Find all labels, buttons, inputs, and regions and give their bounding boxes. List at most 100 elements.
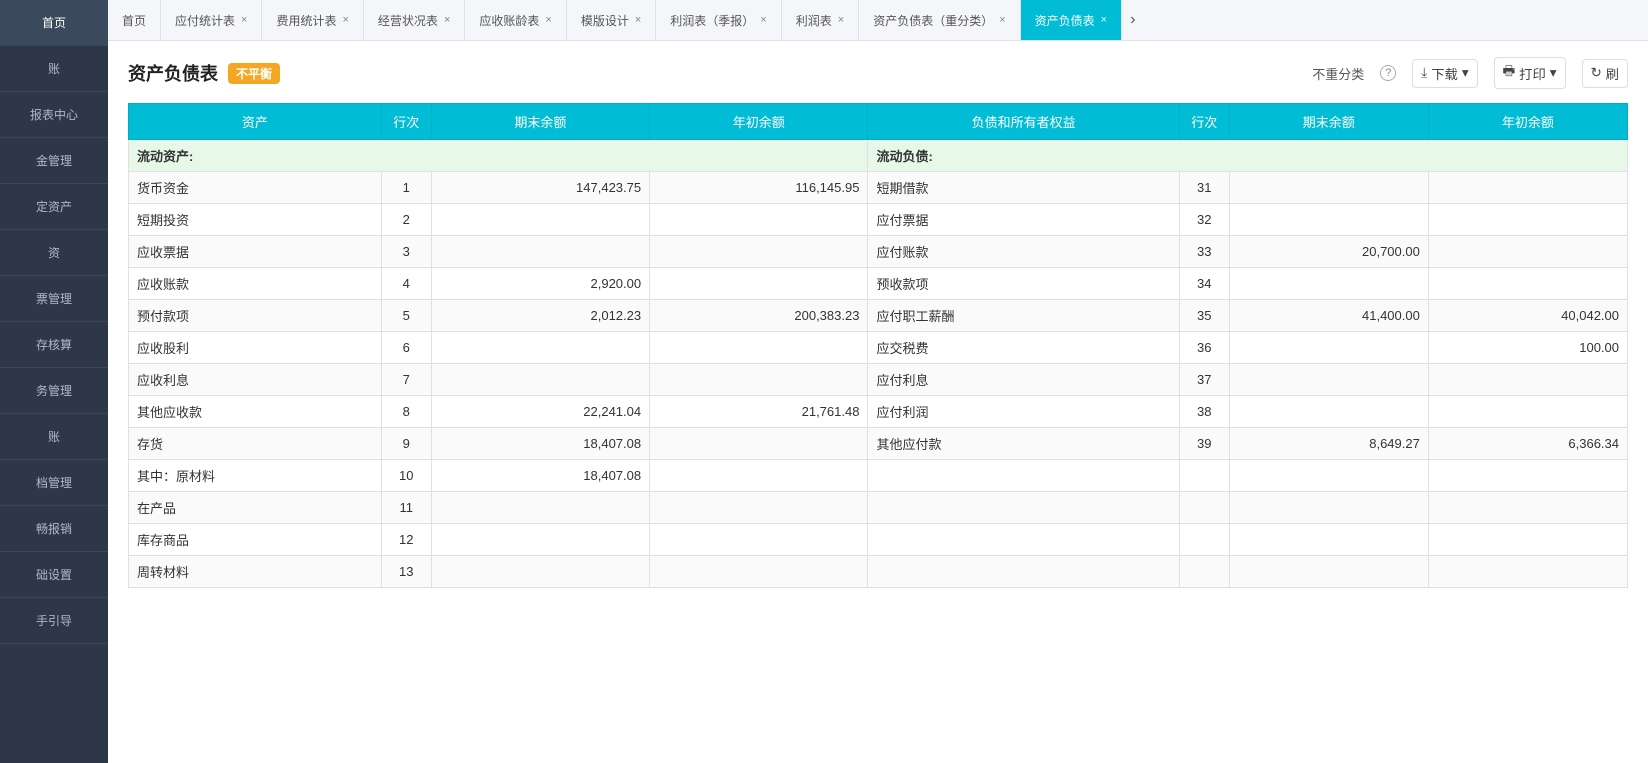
table-row-num2: 33 [1179,236,1229,268]
table-row-num2: 39 [1179,428,1229,460]
table-row-end-balance: 22,241.04 [431,396,649,428]
sidebar-item-ticket-management[interactable]: 票管理 [0,276,108,322]
tab-balance-reclassified[interactable]: 资产负债表（重分类） × [859,0,1020,40]
sidebar-item-fund-management[interactable]: 金管理 [0,138,108,184]
table-row-num2 [1179,460,1229,492]
sidebar-item-inventory-accounting[interactable]: 存核算 [0,322,108,368]
tab-payable-stats[interactable]: 应付统计表 × [161,0,262,40]
tab-balance-reclassified-close[interactable]: × [999,14,1005,26]
tab-operation-status-close[interactable]: × [444,14,450,26]
sidebar-item-archive-management[interactable]: 档管理 [0,460,108,506]
print-label: 打印 [1519,64,1546,83]
table-row-asset-label: 库存商品 [129,524,382,556]
table-row-asset-label: 应收账款 [129,268,382,300]
tab-profit-quarterly-close[interactable]: × [760,14,766,26]
tab-profit-close[interactable]: × [838,14,844,26]
table-row-num: 4 [381,268,431,300]
section-liability-label: 流动负债: [868,140,1628,172]
badge-unbalanced: 不平衡 [228,63,280,84]
tab-receivable-aging[interactable]: 应收账龄表 × [465,0,566,40]
table-row-num: 13 [381,556,431,588]
tab-template-design-label: 模版设计 [581,12,629,29]
download-chevron-icon: ▾ [1462,65,1469,81]
main-area: 首页 应付统计表 × 费用统计表 × 经营状况表 × 应收账龄表 × 模版设计 … [108,0,1648,763]
table-row-num2: 36 [1179,332,1229,364]
table-row-year-start2: 100.00 [1428,332,1627,364]
page-actions: 不重分类 ? ⤓ 下载 ▾ 🖶 打印 ▾ ↻ 刷 [1312,57,1628,89]
page-title-area: 资产负债表 不平衡 [128,60,280,86]
col-header-liability: 负债和所有者权益 [868,104,1179,140]
table-row-end-balance2 [1229,556,1428,588]
table-row-num: 8 [381,396,431,428]
table-row-asset-label: 应收利息 [129,364,382,396]
tab-payable-stats-close[interactable]: × [241,14,247,26]
help-icon[interactable]: ? [1380,65,1396,81]
table-row-liability-label: 其他应付款 [868,428,1179,460]
tab-operation-status-label: 经营状况表 [378,12,438,29]
sidebar-item-business-management[interactable]: 务管理 [0,368,108,414]
table-row-num: 9 [381,428,431,460]
tab-template-design[interactable]: 模版设计 × [567,0,656,40]
table-row-liability-label [868,556,1179,588]
sidebar-item-home[interactable]: 首页 [0,0,108,46]
table-row-end-balance2 [1229,268,1428,300]
col-header-year-start2: 年初余额 [1428,104,1627,140]
tab-balance-sheet[interactable]: 资产负债表 × [1021,0,1122,40]
table-row-year-start [650,332,868,364]
tab-operation-status[interactable]: 经营状况表 × [364,0,465,40]
table-row-end-balance [431,332,649,364]
table-row-end-balance2 [1229,172,1428,204]
tab-receivable-aging-label: 应收账龄表 [479,12,539,29]
table-row-num2 [1179,492,1229,524]
tab-profit[interactable]: 利润表 × [782,0,859,40]
table-row-num: 6 [381,332,431,364]
tab-receivable-aging-close[interactable]: × [545,14,551,26]
col-header-row-num2: 行次 [1179,104,1229,140]
table-row-liability-label [868,524,1179,556]
table-row-end-balance: 2,012.23 [431,300,649,332]
sidebar-item-report-center[interactable]: 报表中心 [0,92,108,138]
table-row-liability-label: 应交税费 [868,332,1179,364]
sidebar-item-fixed-assets[interactable]: 定资产 [0,184,108,230]
table-row-end-balance2 [1229,364,1428,396]
tab-balance-sheet-close[interactable]: × [1101,14,1107,26]
sidebar-item-guide[interactable]: 手引导 [0,598,108,644]
tab-scroll-right[interactable]: › [1122,11,1143,29]
table-row-end-balance [431,236,649,268]
tab-home[interactable]: 首页 [108,0,161,40]
tab-profit-quarterly[interactable]: 利润表（季报） × [656,0,781,40]
table-row-year-start [650,428,868,460]
sidebar-item-ledger[interactable]: 账 [0,414,108,460]
table-row-asset-label: 预付款项 [129,300,382,332]
table-row-num: 2 [381,204,431,236]
table-row-liability-label: 应付票据 [868,204,1179,236]
sidebar-item-account[interactable]: 账 [0,46,108,92]
table-row-num2: 31 [1179,172,1229,204]
sidebar-item-basic-settings[interactable]: 础设置 [0,552,108,598]
table-row-year-start [650,460,868,492]
table-row-year-start: 200,383.23 [650,300,868,332]
sidebar-item-expense-reimbursement[interactable]: 畅报销 [0,506,108,552]
page-header: 资产负债表 不平衡 不重分类 ? ⤓ 下载 ▾ 🖶 打印 ▾ ↻ 刷 [128,57,1628,89]
tab-balance-sheet-label: 资产负债表 [1035,12,1095,29]
table-row-year-start [650,492,868,524]
table-row-liability-label: 应付职工薪酬 [868,300,1179,332]
table-row-end-balance2 [1229,524,1428,556]
download-button[interactable]: ⤓ 下载 ▾ [1412,59,1477,88]
tab-expense-stats[interactable]: 费用统计表 × [262,0,363,40]
tab-expense-stats-close[interactable]: × [342,14,348,26]
table-row-year-start2 [1428,236,1627,268]
table-row-end-balance: 18,407.08 [431,460,649,492]
table-row-year-start [650,524,868,556]
sidebar-item-capital[interactable]: 资 [0,230,108,276]
table-row-num2: 37 [1179,364,1229,396]
sidebar: 首页 账 报表中心 金管理 定资产 资 票管理 存核算 务管理 账 档管理 畅报… [0,0,108,763]
table-row-num: 5 [381,300,431,332]
print-button[interactable]: 🖶 打印 ▾ [1494,57,1566,89]
tab-template-design-close[interactable]: × [635,14,641,26]
table-row-asset-label: 周转材料 [129,556,382,588]
table-row-year-start: 21,761.48 [650,396,868,428]
table-row-end-balance2 [1229,460,1428,492]
refresh-button[interactable]: ↻ 刷 [1582,59,1629,88]
tab-profit-label: 利润表 [796,12,832,29]
